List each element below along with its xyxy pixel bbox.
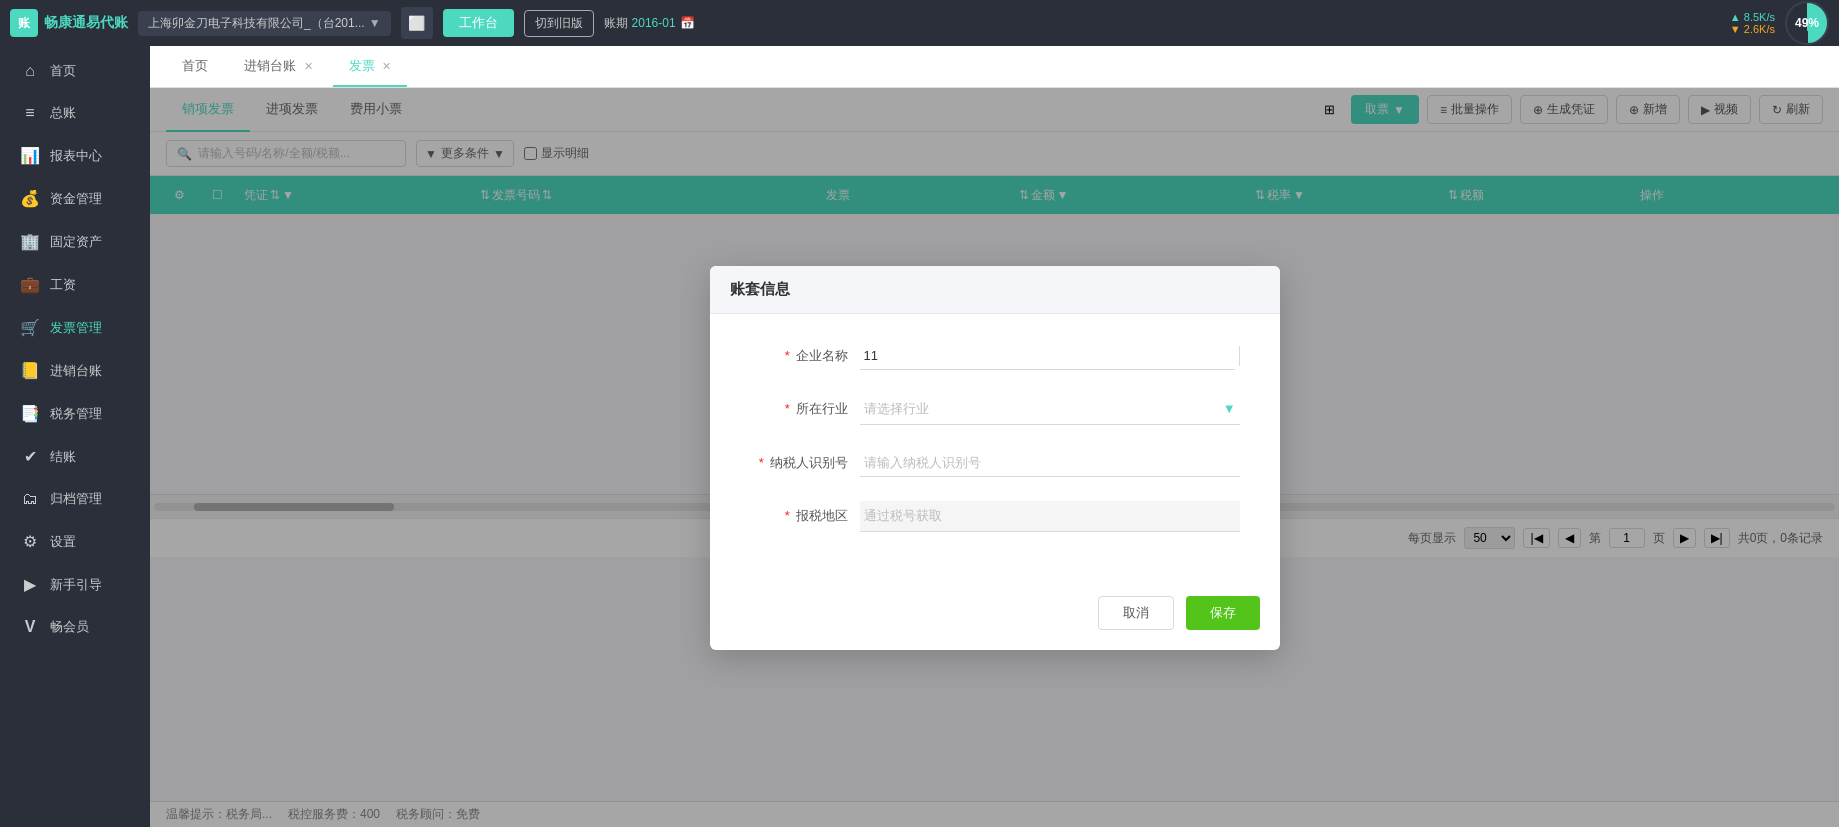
network-badge: ▲ 8.5K/s ▼ 2.6K/s (1730, 11, 1775, 35)
report-icon: 📊 (20, 146, 40, 165)
dialog-header: 账套信息 (710, 266, 1280, 314)
sidebar-label-report: 报表中心 (50, 147, 102, 165)
switch-old-button[interactable]: 切到旧版 (524, 10, 594, 37)
archive-icon: 🗂 (20, 490, 40, 508)
member-icon: V (20, 618, 40, 636)
dialog-body: * 企业名称 * 所在行业 (710, 314, 1280, 584)
sidebar-label-invoice: 发票管理 (50, 319, 102, 337)
tab-close-invoice[interactable]: ✕ (382, 60, 391, 72)
form-row-company: * 企业名称 (750, 342, 1240, 370)
required-star-company: * (785, 348, 790, 363)
sales-icon: 📒 (20, 361, 40, 380)
logo-text: 畅康通易代账 (44, 14, 128, 32)
calendar-icon[interactable]: 📅 (680, 16, 695, 30)
sidebar-label-archive: 归档管理 (50, 490, 102, 508)
sidebar-item-invoice[interactable]: 🛒 发票管理 (0, 306, 150, 349)
close-account-icon: ✔ (20, 447, 40, 466)
account-info-dialog: 账套信息 * 企业名称 (710, 266, 1280, 650)
asset-icon: 🏢 (20, 232, 40, 251)
settings-icon: ⚙ (20, 532, 40, 551)
sidebar-item-fund[interactable]: 💰 资金管理 (0, 177, 150, 220)
company-name: 上海卯金刀电子科技有限公司_（台201... (148, 15, 365, 32)
period-label: 账期 2016-01 📅 (604, 15, 695, 32)
sidebar-label-home: 首页 (50, 62, 76, 80)
company-name-input[interactable] (860, 342, 1235, 370)
sidebar-item-report[interactable]: 📊 报表中心 (0, 134, 150, 177)
ledger-icon: ≡ (20, 104, 40, 122)
salary-icon: 💼 (20, 275, 40, 294)
sidebar-item-close[interactable]: ✔ 结账 (0, 435, 150, 478)
tax-icon: 📑 (20, 404, 40, 423)
sidebar-item-home[interactable]: ⌂ 首页 (0, 50, 150, 92)
tab-home[interactable]: 首页 (166, 47, 224, 87)
sidebar-item-sales[interactable]: 📒 进销台账 (0, 349, 150, 392)
sidebar-item-archive[interactable]: 🗂 归档管理 (0, 478, 150, 520)
copy-icon[interactable]: ⬜ (401, 7, 433, 39)
company-name-label: * 企业名称 (750, 347, 860, 365)
form-row-industry: * 所在行业 请选择行业 ▼ (750, 394, 1240, 425)
tax-region-placeholder: 通过税号获取 (864, 508, 942, 523)
form-row-tax-region: * 报税地区 通过税号获取 (750, 501, 1240, 532)
sidebar-label-sales: 进销台账 (50, 362, 102, 380)
invoice-icon: 🛒 (20, 318, 40, 337)
content-area: 销项发票 进项发票 费用小票 ⊞ 取票 ▼ ≡ (150, 88, 1839, 827)
tax-region-field: 通过税号获取 (860, 501, 1240, 532)
sidebar-item-tax[interactable]: 📑 税务管理 (0, 392, 150, 435)
home-icon: ⌂ (20, 62, 40, 80)
logo-icon: 账 (10, 9, 38, 37)
sidebar-item-settings[interactable]: ⚙ 设置 (0, 520, 150, 563)
industry-dropdown-icon: ▼ (1223, 401, 1236, 416)
cancel-button[interactable]: 取消 (1098, 596, 1174, 630)
taxpayer-label: * 纳税人识别号 (750, 454, 860, 472)
guide-icon: ▶ (20, 575, 40, 594)
sidebar-label-close: 结账 (50, 448, 76, 466)
tab-invoice[interactable]: 发票 ✕ (333, 47, 408, 87)
percent-circle: 49% (1785, 1, 1829, 45)
sidebar: ⌂ 首页 ≡ 总账 📊 报表中心 💰 资金管理 🏢 固定资产 💼 工资 🛒 发票… (0, 46, 150, 827)
main-layout: ⌂ 首页 ≡ 总账 📊 报表中心 💰 资金管理 🏢 固定资产 💼 工资 🛒 发票… (0, 46, 1839, 827)
form-row-taxpayer: * 纳税人识别号 (750, 449, 1240, 477)
sidebar-item-salary[interactable]: 💼 工资 (0, 263, 150, 306)
main-content: 首页 进销台账 ✕ 发票 ✕ 销项发票 进项发票 费用小 (150, 46, 1839, 827)
industry-label: * 所在行业 (750, 400, 860, 418)
required-star-tax-region: * (785, 508, 790, 523)
tabbar: 首页 进销台账 ✕ 发票 ✕ (150, 46, 1839, 88)
required-star-industry: * (785, 401, 790, 416)
dialog-title: 账套信息 (730, 280, 790, 297)
industry-select[interactable]: 请选择行业 ▼ (860, 394, 1240, 425)
company-dropdown-icon: ▼ (369, 16, 381, 30)
sidebar-label-fund: 资金管理 (50, 190, 102, 208)
sidebar-item-member[interactable]: V 畅会员 (0, 606, 150, 648)
logo: 账 畅康通易代账 (10, 9, 128, 37)
topbar: 账 畅康通易代账 上海卯金刀电子科技有限公司_（台201... ▼ ⬜ 工作台 … (0, 0, 1839, 46)
sidebar-label-ledger: 总账 (50, 104, 76, 122)
sidebar-item-ledger[interactable]: ≡ 总账 (0, 92, 150, 134)
company-selector[interactable]: 上海卯金刀电子科技有限公司_（台201... ▼ (138, 11, 391, 36)
fund-icon: 💰 (20, 189, 40, 208)
network-up: ▲ 8.5K/s (1730, 11, 1775, 23)
tax-region-label: * 报税地区 (750, 507, 860, 525)
save-button[interactable]: 保存 (1186, 596, 1260, 630)
taxpayer-input[interactable] (860, 449, 1240, 477)
required-star-taxpayer: * (759, 455, 764, 470)
workbench-button[interactable]: 工作台 (443, 9, 514, 37)
industry-placeholder: 请选择行业 (864, 400, 929, 418)
sidebar-item-guide[interactable]: ▶ 新手引导 (0, 563, 150, 606)
tab-sales-ledger[interactable]: 进销台账 ✕ (228, 47, 329, 87)
sidebar-label-settings: 设置 (50, 533, 76, 551)
sidebar-item-asset[interactable]: 🏢 固定资产 (0, 220, 150, 263)
topbar-right: ▲ 8.5K/s ▼ 2.6K/s 49% (1730, 1, 1829, 45)
dialog-footer: 取消 保存 (710, 584, 1280, 650)
sidebar-label-salary: 工资 (50, 276, 76, 294)
sidebar-label-tax: 税务管理 (50, 405, 102, 423)
network-down: ▼ 2.6K/s (1730, 23, 1775, 35)
tab-close-sales-ledger[interactable]: ✕ (304, 60, 313, 72)
sidebar-label-asset: 固定资产 (50, 233, 102, 251)
sidebar-label-guide: 新手引导 (50, 576, 102, 594)
sidebar-label-member: 畅会员 (50, 618, 89, 636)
modal-overlay: 账套信息 * 企业名称 (150, 88, 1839, 827)
